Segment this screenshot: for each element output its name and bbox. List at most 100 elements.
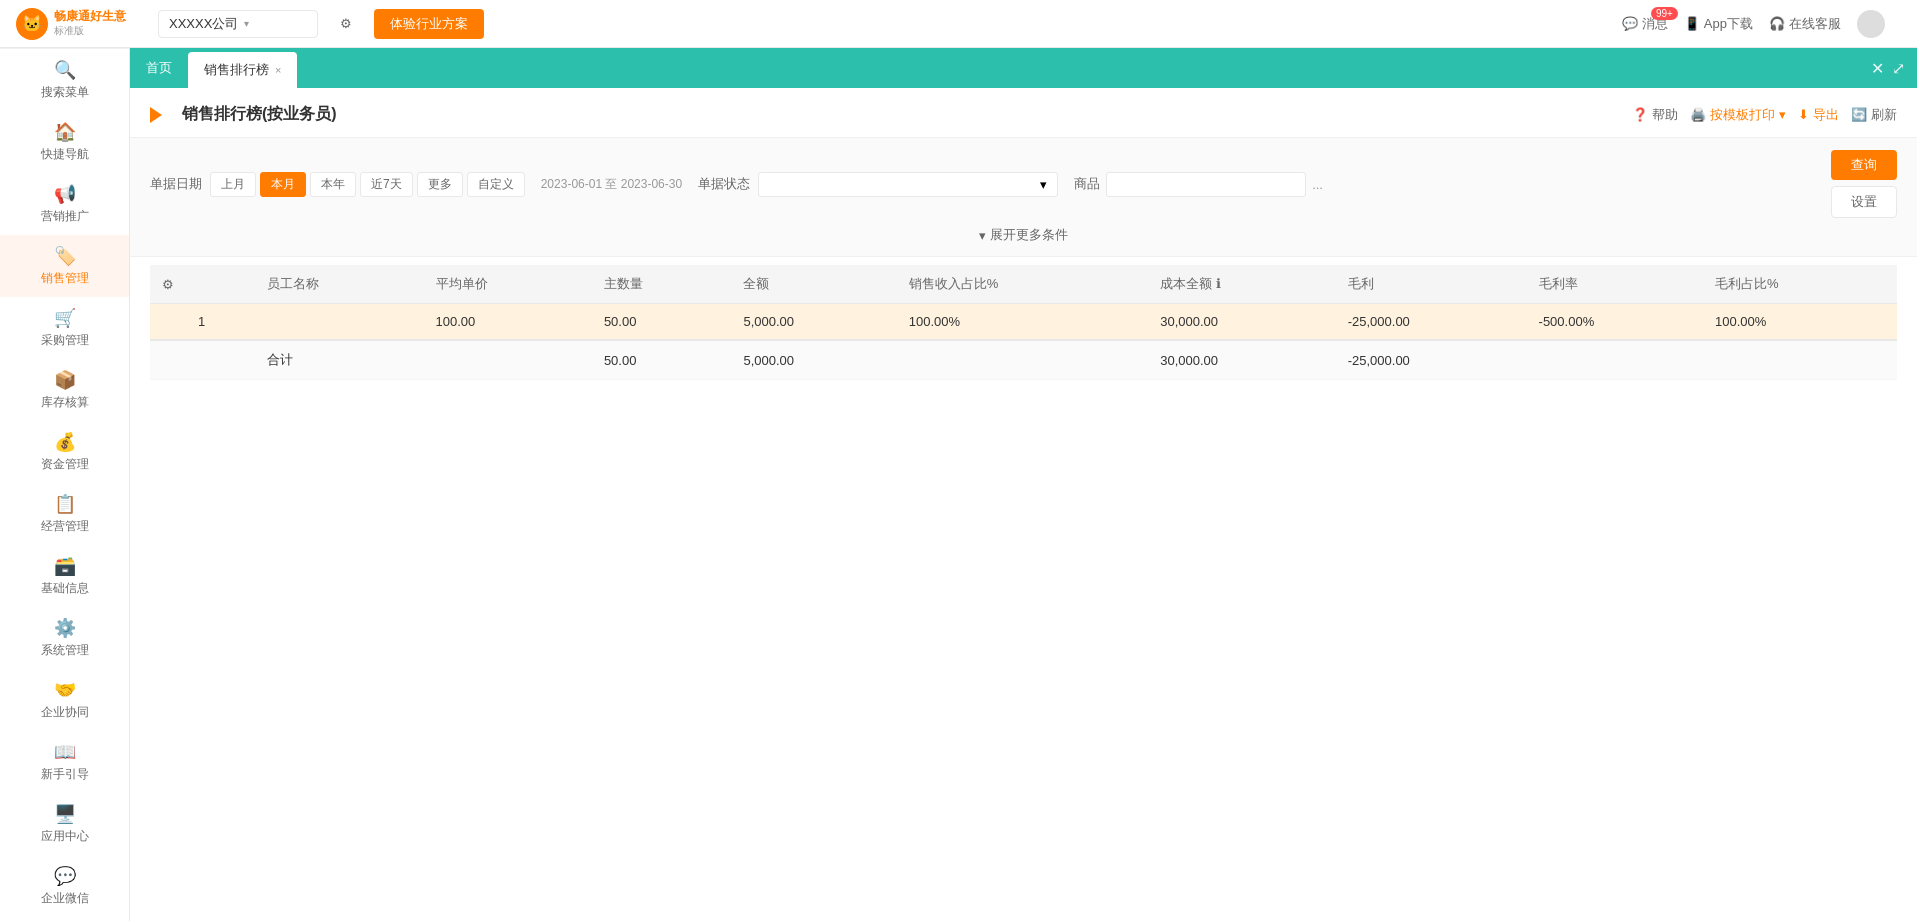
- goods-filter: 商品 ...: [1074, 172, 1323, 197]
- period-this-month[interactable]: 本月: [260, 172, 306, 197]
- tab-maximize-icon[interactable]: ⤢: [1892, 59, 1905, 78]
- table-header-row: ⚙ 员工名称 平均单价 主数量 全额 销售收入占比% 成本全额 ℹ 毛利 毛利率: [150, 265, 1897, 304]
- company-selector[interactable]: XXXXX公司 ▾: [158, 10, 318, 38]
- period-7days[interactable]: 近7天: [360, 172, 413, 197]
- sidebar-item-apps[interactable]: 🖥️ 应用中心: [0, 793, 129, 855]
- footer-gross-pct: [1703, 340, 1897, 380]
- expand-arrow-icon[interactable]: [150, 107, 162, 123]
- cell-rank: 1: [186, 304, 255, 341]
- purchase-icon: 🛒: [54, 307, 76, 329]
- expand-label: 展开更多条件: [990, 226, 1068, 244]
- sidebar-item-inventory[interactable]: 📦 库存核算: [0, 359, 129, 421]
- status-select[interactable]: ▾: [758, 172, 1058, 197]
- sidebar-label-system: 系统管理: [41, 642, 89, 659]
- sidebar-label-finance: 资金管理: [41, 456, 89, 473]
- period-more[interactable]: 更多: [417, 172, 463, 197]
- tab-close-icon[interactable]: ×: [275, 64, 281, 76]
- sidebar-item-basic[interactable]: 🗃️ 基础信息: [0, 545, 129, 607]
- col-avg-price: 平均单价: [424, 265, 592, 304]
- sidebar-item-sales[interactable]: 🏷️ 销售管理: [0, 235, 129, 297]
- online-service-item[interactable]: 🎧 在线客服: [1769, 15, 1841, 33]
- period-this-year[interactable]: 本年: [310, 172, 356, 197]
- table-footer: 合计 50.00 5,000.00 30,000.00 -25,000.00: [150, 340, 1897, 380]
- sidebar-item-collab[interactable]: 🤝 企业协同: [0, 669, 129, 731]
- print-icon: 🖨️: [1690, 107, 1706, 122]
- logo-icon: 🐱: [16, 8, 48, 40]
- refresh-button[interactable]: 🔄 刷新: [1851, 106, 1897, 124]
- cell-gross-pct: 100.00%: [1703, 304, 1897, 341]
- col-main-qty: 主数量: [592, 265, 732, 304]
- sidebar-item-search[interactable]: 🔍 搜索菜单: [0, 49, 129, 111]
- period-buttons: 上月 本月 本年 近7天 更多 自定义: [210, 172, 525, 197]
- sidebar-label-apps: 应用中心: [41, 828, 89, 845]
- online-service-label: 在线客服: [1789, 15, 1841, 33]
- goods-input[interactable]: [1106, 172, 1306, 197]
- top-right-area: 💬 消息 99+ 📱 App下载 🎧 在线客服: [1622, 10, 1901, 38]
- settings-button[interactable]: 设置: [1831, 186, 1897, 218]
- search-icon: 🔍: [54, 59, 76, 81]
- tab-sales-ranking[interactable]: 销售排行榜 ×: [188, 52, 297, 88]
- tab-home[interactable]: 首页: [130, 48, 188, 88]
- sidebar-item-quicknav[interactable]: 🏠 快捷导航: [0, 111, 129, 173]
- headset-icon: 🎧: [1769, 16, 1785, 31]
- sidebar-label-collab: 企业协同: [41, 704, 89, 721]
- cell-settings: [150, 304, 186, 341]
- message-item[interactable]: 💬 消息 99+: [1622, 15, 1668, 33]
- page-header: 销售排行榜(按业务员) ❓ 帮助 🖨️ 按模板打印 ▾: [130, 88, 1917, 138]
- chevron-down-expand-icon: ▾: [979, 228, 986, 243]
- date-label: 单据日期: [150, 175, 202, 193]
- sidebar-label-sales: 销售管理: [41, 270, 89, 287]
- sidebar-item-system[interactable]: ⚙️ 系统管理: [0, 607, 129, 669]
- footer-main-qty: 50.00: [592, 340, 732, 380]
- sidebar-item-wechat[interactable]: 💬 企业微信: [0, 855, 129, 917]
- period-custom[interactable]: 自定义: [467, 172, 525, 197]
- expand-conditions-btn[interactable]: ▾ 展开更多条件: [150, 226, 1897, 244]
- logo-sub: 标准版: [54, 24, 126, 38]
- sales-icon: 🏷️: [54, 245, 76, 267]
- sidebar-item-marketing[interactable]: 📢 营销推广: [0, 173, 129, 235]
- status-chevron-icon: ▾: [1040, 177, 1047, 192]
- col-rank: [186, 265, 255, 304]
- basic-icon: 🗃️: [54, 555, 76, 577]
- app-download-icon: 📱: [1684, 16, 1700, 31]
- ops-icon: 📋: [54, 493, 76, 515]
- sidebar-label-quicknav: 快捷导航: [41, 146, 89, 163]
- period-last-month[interactable]: 上月: [210, 172, 256, 197]
- date-range-display: 2023-06-01 至 2023-06-30: [541, 176, 682, 193]
- finance-icon: 💰: [54, 431, 76, 453]
- cell-total: 5,000.00: [731, 304, 896, 341]
- table-container: ⚙ 员工名称 平均单价 主数量 全额 销售收入占比% 成本全额 ℹ 毛利 毛利率: [130, 265, 1917, 380]
- help-button[interactable]: ❓ 帮助: [1632, 106, 1678, 124]
- table-row: 1 100.00 50.00 5,000.00 100.00% 30,000.0…: [150, 304, 1897, 341]
- app-download-item[interactable]: 📱 App下载: [1684, 15, 1753, 33]
- export-label: 导出: [1813, 106, 1839, 124]
- footer-settings-cell: [150, 340, 186, 380]
- sidebar-item-member[interactable]: 👑 畅会员: [0, 917, 129, 921]
- footer-gross: -25,000.00: [1336, 340, 1527, 380]
- print-chevron-icon: ▾: [1779, 107, 1786, 122]
- sidebar-item-purchase[interactable]: 🛒 采购管理: [0, 297, 129, 359]
- header-actions: ❓ 帮助 🖨️ 按模板打印 ▾ ⬇ 导出 🔄: [1632, 106, 1897, 124]
- trial-button[interactable]: 体验行业方案: [374, 9, 484, 39]
- col-settings[interactable]: ⚙: [150, 265, 186, 304]
- status-label: 单据状态: [698, 175, 750, 193]
- cell-gross-rate: -500.00%: [1527, 304, 1703, 341]
- tab-close-window-icon[interactable]: ✕: [1871, 59, 1884, 78]
- avatar[interactable]: [1857, 10, 1885, 38]
- query-button[interactable]: 查询: [1831, 150, 1897, 180]
- print-button[interactable]: 🖨️ 按模板打印 ▾: [1690, 106, 1786, 124]
- filter-row: 单据日期 上月 本月 本年 近7天 更多 自定义 2023-06-01 至 20…: [150, 150, 1897, 218]
- page-title: 销售排行榜(按业务员): [182, 104, 1632, 125]
- settings-icon-btn[interactable]: ⚙: [330, 8, 362, 40]
- table-body: 1 100.00 50.00 5,000.00 100.00% 30,000.0…: [150, 304, 1897, 341]
- sidebar-item-guide[interactable]: 📖 新手引导: [0, 731, 129, 793]
- sidebar-item-ops[interactable]: 📋 经营管理: [0, 483, 129, 545]
- apps-icon: 🖥️: [54, 803, 76, 825]
- sidebar-item-finance[interactable]: 💰 资金管理: [0, 421, 129, 483]
- export-button[interactable]: ⬇ 导出: [1798, 106, 1839, 124]
- date-filter: 单据日期 上月 本月 本年 近7天 更多 自定义 2023-06-01 至 20…: [150, 172, 682, 197]
- sidebar-label-guide: 新手引导: [41, 766, 89, 783]
- status-filter: 单据状态 ▾: [698, 172, 1058, 197]
- more-filters-btn[interactable]: ...: [1312, 177, 1323, 192]
- cell-main-qty: 50.00: [592, 304, 732, 341]
